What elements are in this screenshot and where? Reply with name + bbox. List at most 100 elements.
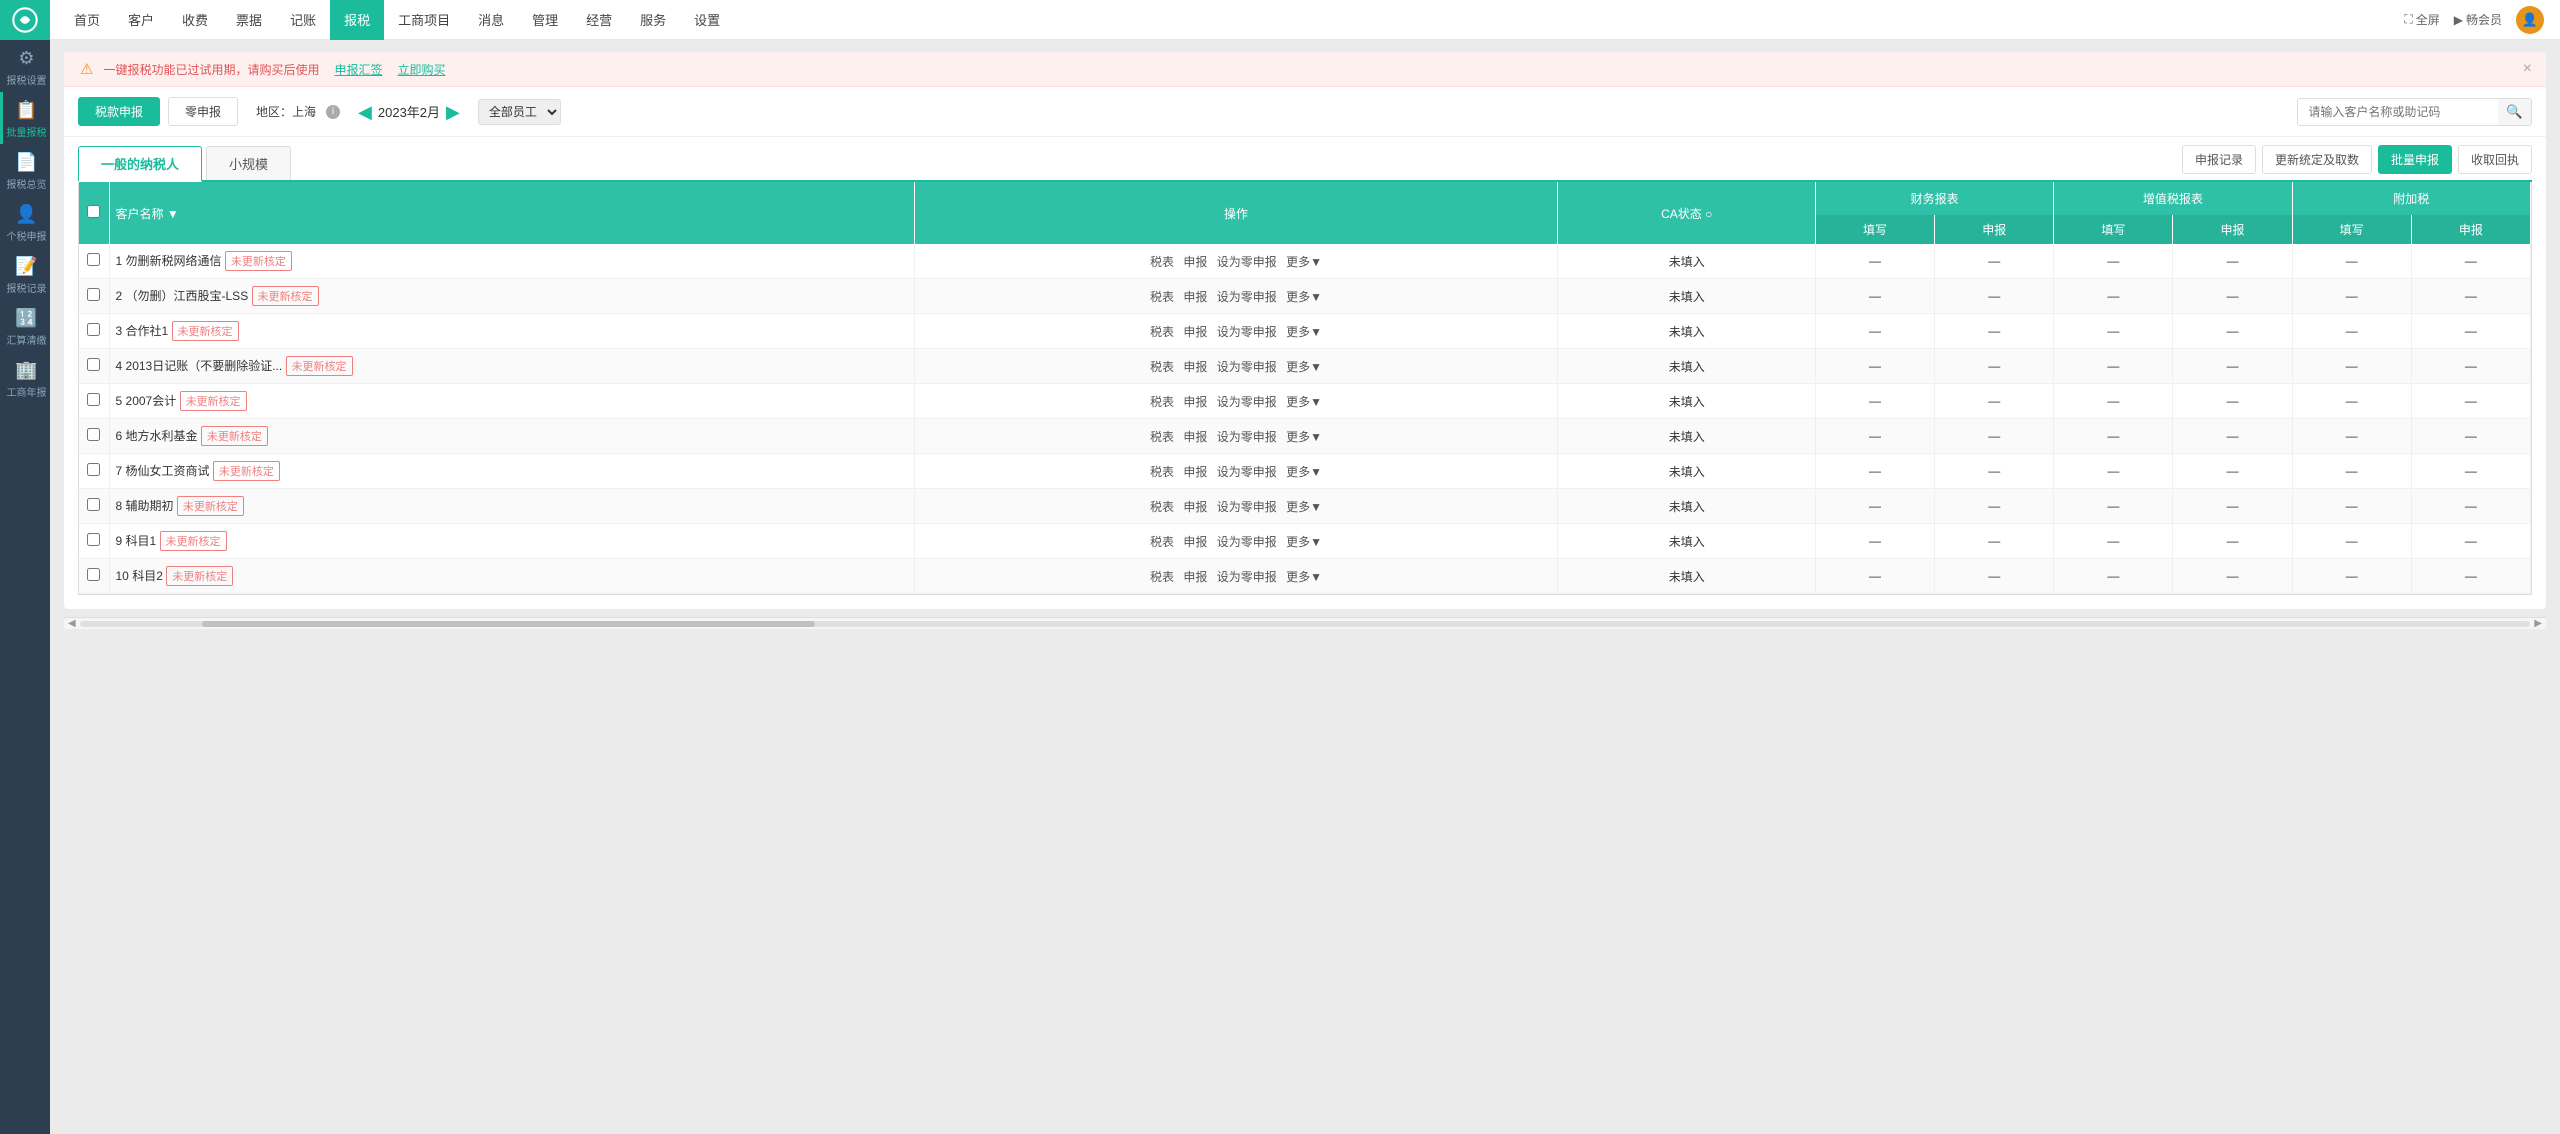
row4-op-more[interactable]: 更多▼ [1283,360,1325,374]
nav-client[interactable]: 客户 [114,0,168,40]
notice-link-declare[interactable]: 申报汇签 [334,61,382,78]
sidebar-item-batch-tax[interactable]: 📋 批量报税 [0,92,50,144]
app-logo[interactable] [0,0,50,40]
scroll-track[interactable] [80,621,2531,627]
row7-op-tax[interactable]: 税表 [1147,465,1177,479]
fullscreen-button[interactable]: ⛶ 全屏 [2404,11,2439,28]
row6-op-declare[interactable]: 申报 [1180,430,1210,444]
row10-name: 10 科目2 未更新核定 [109,559,914,594]
row7-op-zero[interactable]: 设为零申报 [1214,465,1280,479]
row8-op-declare[interactable]: 申报 [1180,500,1210,514]
row1-checkbox [79,244,109,279]
row6-check[interactable] [87,428,100,441]
scroll-left-arrow[interactable]: ◀ [68,618,76,629]
row10-op-declare[interactable]: 申报 [1180,570,1210,584]
row2-name: 2 （勿删）江西股宝-LSS 未更新核定 [109,279,914,314]
row1-check[interactable] [87,253,100,266]
row10-op-zero[interactable]: 设为零申报 [1214,570,1280,584]
update-verify-button[interactable]: 更新统定及取数 [2262,145,2372,174]
nav-tax[interactable]: 报税 [330,0,384,40]
scroll-thumb[interactable] [202,621,815,627]
dept-select[interactable]: 全部员工 [478,99,561,125]
row10-op-more[interactable]: 更多▼ [1283,570,1325,584]
sidebar-item-tax-settings[interactable]: ⚙ 报税设置 [0,40,50,92]
row5-op-declare[interactable]: 申报 [1180,395,1210,409]
row3-op-tax[interactable]: 税表 [1147,325,1177,339]
sidebar-item-tax-overview[interactable]: 📄 报税总览 [0,144,50,196]
sub-tab-general[interactable]: 一般的纳税人 [78,146,202,182]
row2-op-zero[interactable]: 设为零申报 [1214,290,1280,304]
nav-message[interactable]: 消息 [464,0,518,40]
dept-dropdown[interactable]: 全部员工 [478,99,561,125]
select-all-checkbox[interactable] [87,205,100,218]
take-back-button[interactable]: 收取回执 [2458,145,2532,174]
nav-service[interactable]: 服务 [626,0,680,40]
horizontal-scrollbar[interactable]: ◀ ▶ [64,617,2546,629]
row9-op-more[interactable]: 更多▼ [1283,535,1325,549]
row9-op-zero[interactable]: 设为零申报 [1214,535,1280,549]
nav-business[interactable]: 工商项目 [384,0,464,40]
row5-op-zero[interactable]: 设为零申报 [1214,395,1280,409]
row4-op-declare[interactable]: 申报 [1180,360,1210,374]
tab-tax-declare[interactable]: 税款申报 [78,97,160,126]
row4-check[interactable] [87,358,100,371]
row1-op-tax[interactable]: 税表 [1147,255,1177,269]
nav-settings[interactable]: 设置 [680,0,734,40]
date-next-button[interactable]: ▶ [446,103,460,121]
row1-op-more[interactable]: 更多▼ [1283,255,1325,269]
nav-fee[interactable]: 收费 [168,0,222,40]
sidebar-item-settlement[interactable]: 🔢 汇算清缴 [0,300,50,352]
row8-op-zero[interactable]: 设为零申报 [1214,500,1280,514]
nav-manage[interactable]: 管理 [518,0,572,40]
row8-op-more[interactable]: 更多▼ [1283,500,1325,514]
search-input[interactable] [2298,100,2498,124]
nav-operation[interactable]: 经营 [572,0,626,40]
batch-declare-button[interactable]: 批量申报 [2378,145,2452,174]
row7-op-declare[interactable]: 申报 [1180,465,1210,479]
row6-op-more[interactable]: 更多▼ [1283,430,1325,444]
declare-record-button[interactable]: 申报记录 [2182,145,2256,174]
row9-op-declare[interactable]: 申报 [1180,535,1210,549]
row2-op-tax[interactable]: 税表 [1147,290,1177,304]
row8-op-tax[interactable]: 税表 [1147,500,1177,514]
row9-check[interactable] [87,533,100,546]
row2-check[interactable] [87,288,100,301]
row1-op-declare[interactable]: 申报 [1180,255,1210,269]
row5-op-tax[interactable]: 税表 [1147,395,1177,409]
notice-link-buy[interactable]: 立即购买 [397,61,445,78]
date-prev-button[interactable]: ◀ [358,103,372,121]
region-info-icon[interactable]: i [326,105,340,119]
nav-bookkeeping[interactable]: 记账 [276,0,330,40]
tab-zero-declare[interactable]: 零申报 [168,97,238,126]
row2-op-declare[interactable]: 申报 [1180,290,1210,304]
row6-op-zero[interactable]: 设为零申报 [1214,430,1280,444]
row3-op-declare[interactable]: 申报 [1180,325,1210,339]
search-button[interactable]: 🔍 [2498,99,2531,125]
member-button[interactable]: ▶ 畅会员 [2454,11,2502,28]
nav-invoice[interactable]: 票据 [222,0,276,40]
row4-op-zero[interactable]: 设为零申报 [1214,360,1280,374]
row5-op-more[interactable]: 更多▼ [1283,395,1325,409]
nav-home[interactable]: 首页 [60,0,114,40]
row10-op-tax[interactable]: 税表 [1147,570,1177,584]
row9-op-tax[interactable]: 税表 [1147,535,1177,549]
scroll-right-arrow[interactable]: ▶ [2534,618,2542,629]
row3-check[interactable] [87,323,100,336]
row3-op-more[interactable]: 更多▼ [1283,325,1325,339]
row7-check[interactable] [87,463,100,476]
row5-check[interactable] [87,393,100,406]
row6-op-tax[interactable]: 税表 [1147,430,1177,444]
row4-op-tax[interactable]: 税表 [1147,360,1177,374]
row3-op-zero[interactable]: 设为零申报 [1214,325,1280,339]
sidebar-item-annual-report[interactable]: 🏢 工商年报 [0,352,50,404]
row2-op-more[interactable]: 更多▼ [1283,290,1325,304]
sub-tab-small[interactable]: 小规模 [206,146,291,180]
row10-check[interactable] [87,568,100,581]
sidebar-item-personal-tax[interactable]: 👤 个税申报 [0,196,50,248]
row7-op-more[interactable]: 更多▼ [1283,465,1325,479]
row1-op-zero[interactable]: 设为零申报 [1214,255,1280,269]
user-avatar[interactable]: 👤 [2516,6,2544,34]
sidebar-item-tax-record[interactable]: 📝 报税记录 [0,248,50,300]
row8-check[interactable] [87,498,100,511]
notice-close-button[interactable]: × [2523,60,2532,78]
